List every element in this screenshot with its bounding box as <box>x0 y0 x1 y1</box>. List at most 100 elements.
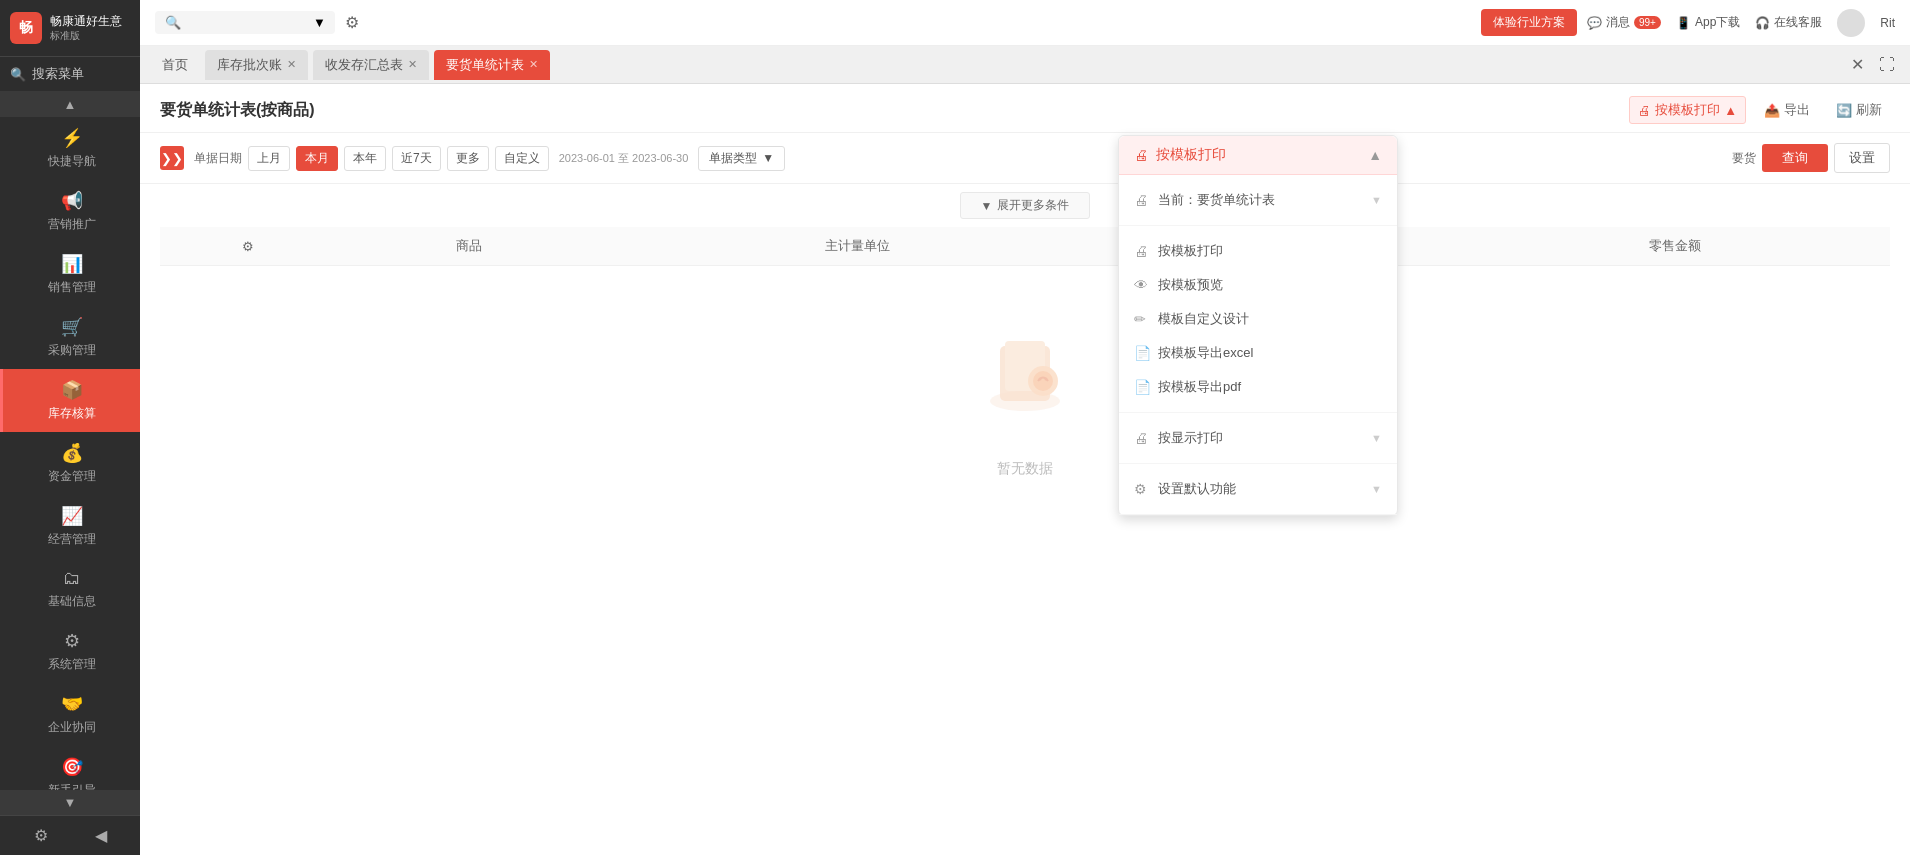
sidebar-item-operations[interactable]: 📈 经营管理 <box>0 495 140 558</box>
sidebar-item-enterprise[interactable]: 🤝 企业协同 <box>0 683 140 746</box>
expand-row: ▼ 展开更多条件 <box>140 184 1910 227</box>
display-print-item[interactable]: 🖨 按显示打印 ▼ <box>1119 421 1397 455</box>
display-print-section: 🖨 按显示打印 ▼ <box>1119 413 1397 464</box>
online-service-item[interactable]: 🎧 在线客服 <box>1755 14 1822 31</box>
scroll-up-btn[interactable]: ▲ <box>0 92 140 117</box>
template-design-item[interactable]: ✏ 模板自定义设计 <box>1119 302 1397 336</box>
print-dropdown-icon: 🖨 <box>1134 147 1148 163</box>
dropdown-title: 🖨 按模板打印 <box>1134 146 1226 164</box>
template-preview-icon: 👁 <box>1134 277 1150 293</box>
sidebar-item-finance[interactable]: 💰 资金管理 <box>0 432 140 495</box>
notification-badge: 99+ <box>1634 16 1661 29</box>
col-retail: 零售金额 <box>1461 227 1890 266</box>
set-default-arrow: ▼ <box>1371 483 1382 495</box>
date-btn-last-month[interactable]: 上月 <box>248 146 290 171</box>
expand-label: 展开更多条件 <box>997 197 1069 214</box>
close-all-tabs-btn[interactable]: ✕ <box>1846 53 1869 76</box>
app-download-item[interactable]: 📱 App下载 <box>1676 14 1740 31</box>
dropdown-header: 🖨 按模板打印 ▲ <box>1119 136 1397 175</box>
current-template-arrow: ▼ <box>1371 194 1382 206</box>
sidebar-item-inventory[interactable]: 📦 库存核算 <box>0 369 140 432</box>
basic-icon: 🗂 <box>63 568 81 589</box>
system-icon: ⚙ <box>64 630 80 652</box>
svg-point-4 <box>1033 371 1053 391</box>
template-preview-label: 按模板预览 <box>1158 276 1382 294</box>
settings-filter-btn[interactable]: 设置 <box>1834 143 1890 173</box>
sidebar-item-system[interactable]: ⚙ 系统管理 <box>0 620 140 683</box>
right-filter-area: 要货 查询 设置 <box>1732 143 1890 173</box>
sales-icon: 📊 <box>61 253 83 275</box>
refresh-icon: 🔄 <box>1836 103 1852 118</box>
tab-receipt-summary[interactable]: 收发存汇总表 ✕ <box>313 50 429 80</box>
filter-toggle-btn[interactable]: ❯❯ <box>160 146 184 170</box>
tab-inventory-batch-close[interactable]: ✕ <box>287 58 296 71</box>
date-btn-this-month[interactable]: 本月 <box>296 146 338 171</box>
sidebar-item-guide[interactable]: 🎯 新手引导 <box>0 746 140 790</box>
set-default-section: ⚙ 设置默认功能 ▼ <box>1119 464 1397 515</box>
current-template-item[interactable]: 🖨 当前：要货单统计表 ▼ <box>1119 183 1397 217</box>
template-export-pdf-item[interactable]: 📄 按模板导出pdf <box>1119 370 1397 404</box>
finance-icon: 💰 <box>61 442 83 464</box>
expand-conditions-btn[interactable]: ▼ 展开更多条件 <box>960 192 1091 219</box>
date-btn-custom[interactable]: 自定义 <box>495 146 549 171</box>
sidebar-item-purchase[interactable]: 🛒 采购管理 <box>0 306 140 369</box>
sidebar-item-basic[interactable]: 🗂 基础信息 <box>0 558 140 620</box>
current-template-label: 当前：要货单统计表 <box>1158 191 1363 209</box>
tab-home[interactable]: 首页 <box>150 50 200 80</box>
search-btn[interactable]: 查询 <box>1762 144 1828 172</box>
template-preview-item[interactable]: 👁 按模板预览 <box>1119 268 1397 302</box>
topbar-settings-icon[interactable]: ⚙ <box>345 13 359 32</box>
date-btn-this-year[interactable]: 本年 <box>344 146 386 171</box>
topbar-search-input[interactable] <box>187 16 307 30</box>
tabbar-actions: ✕ ⛶ <box>1846 53 1900 76</box>
empty-icon <box>975 326 1075 445</box>
search-menu[interactable]: 🔍 搜索菜单 <box>0 57 140 92</box>
app-download-label: App下载 <box>1695 14 1740 31</box>
collapse-icon[interactable]: ◀ <box>95 826 107 845</box>
print-dropdown-arrow[interactable]: ▲ <box>1724 103 1737 118</box>
tab-order-summary[interactable]: 要货单统计表 ✕ <box>434 50 550 80</box>
sidebar-item-quick-nav[interactable]: ⚡ 快捷导航 <box>0 117 140 180</box>
notification-item[interactable]: 💬 消息 99+ <box>1587 14 1661 31</box>
topbar-search-arrow[interactable]: ▼ <box>313 15 326 30</box>
settings-bottom-icon[interactable]: ⚙ <box>34 826 48 845</box>
sidebar-item-sales[interactable]: 📊 销售管理 <box>0 243 140 306</box>
template-export-pdf-icon: 📄 <box>1134 379 1150 395</box>
print-template-btn[interactable]: 🖨 按模板打印 ▲ <box>1629 96 1746 124</box>
refresh-label: 刷新 <box>1856 101 1882 119</box>
guide-icon: 🎯 <box>61 756 83 778</box>
purchase-icon: 🛒 <box>61 316 83 338</box>
col-product: 商品 <box>337 227 602 266</box>
tab-order-summary-close[interactable]: ✕ <box>529 58 538 71</box>
tab-inventory-batch[interactable]: 库存批次账 ✕ <box>205 50 308 80</box>
sidebar-item-marketing[interactable]: 📢 营销推广 <box>0 180 140 243</box>
maximize-btn[interactable]: ⛶ <box>1874 53 1900 76</box>
tab-receipt-summary-close[interactable]: ✕ <box>408 58 417 71</box>
scroll-down-btn[interactable]: ▼ <box>0 790 140 815</box>
export-btn[interactable]: 📤 导出 <box>1756 97 1818 123</box>
app-name: 畅康通好生意 <box>50 13 122 30</box>
table-settings-icon[interactable]: ⚙ <box>242 239 254 254</box>
sidebar-label-quick-nav: 快捷导航 <box>48 153 96 170</box>
notification-icon: 💬 <box>1587 16 1602 30</box>
col-settings[interactable]: ⚙ <box>160 227 337 266</box>
date-filter-label: 单据日期 <box>194 150 242 167</box>
tab-receipt-summary-label: 收发存汇总表 <box>325 56 403 74</box>
app-download-icon: 📱 <box>1676 16 1691 30</box>
topbar-search[interactable]: 🔍 ▼ <box>155 11 335 34</box>
order-type-filter[interactable]: 单据类型 ▼ <box>698 146 785 171</box>
expand-icon: ▼ <box>981 199 993 213</box>
template-print-item[interactable]: 🖨 按模板打印 <box>1119 234 1397 268</box>
template-export-excel-item[interactable]: 📄 按模板导出excel <box>1119 336 1397 370</box>
set-default-item[interactable]: ⚙ 设置默认功能 ▼ <box>1119 472 1397 506</box>
date-btn-last-7-days[interactable]: 近7天 <box>392 146 441 171</box>
page-content: 要货单统计表(按商品) 🖨 按模板打印 ▲ 📤 导出 🔄 刷新 <box>140 84 1910 855</box>
template-print-icon: 🖨 <box>1134 243 1150 259</box>
avatar[interactable] <box>1837 9 1865 37</box>
trial-btn[interactable]: 体验行业方案 <box>1481 9 1577 36</box>
sidebar-label-marketing: 营销推广 <box>48 216 96 233</box>
date-btn-more[interactable]: 更多 <box>447 146 489 171</box>
dropdown-close-btn[interactable]: ▲ <box>1368 147 1382 163</box>
marketing-icon: 📢 <box>61 190 83 212</box>
refresh-btn[interactable]: 🔄 刷新 <box>1828 97 1890 123</box>
